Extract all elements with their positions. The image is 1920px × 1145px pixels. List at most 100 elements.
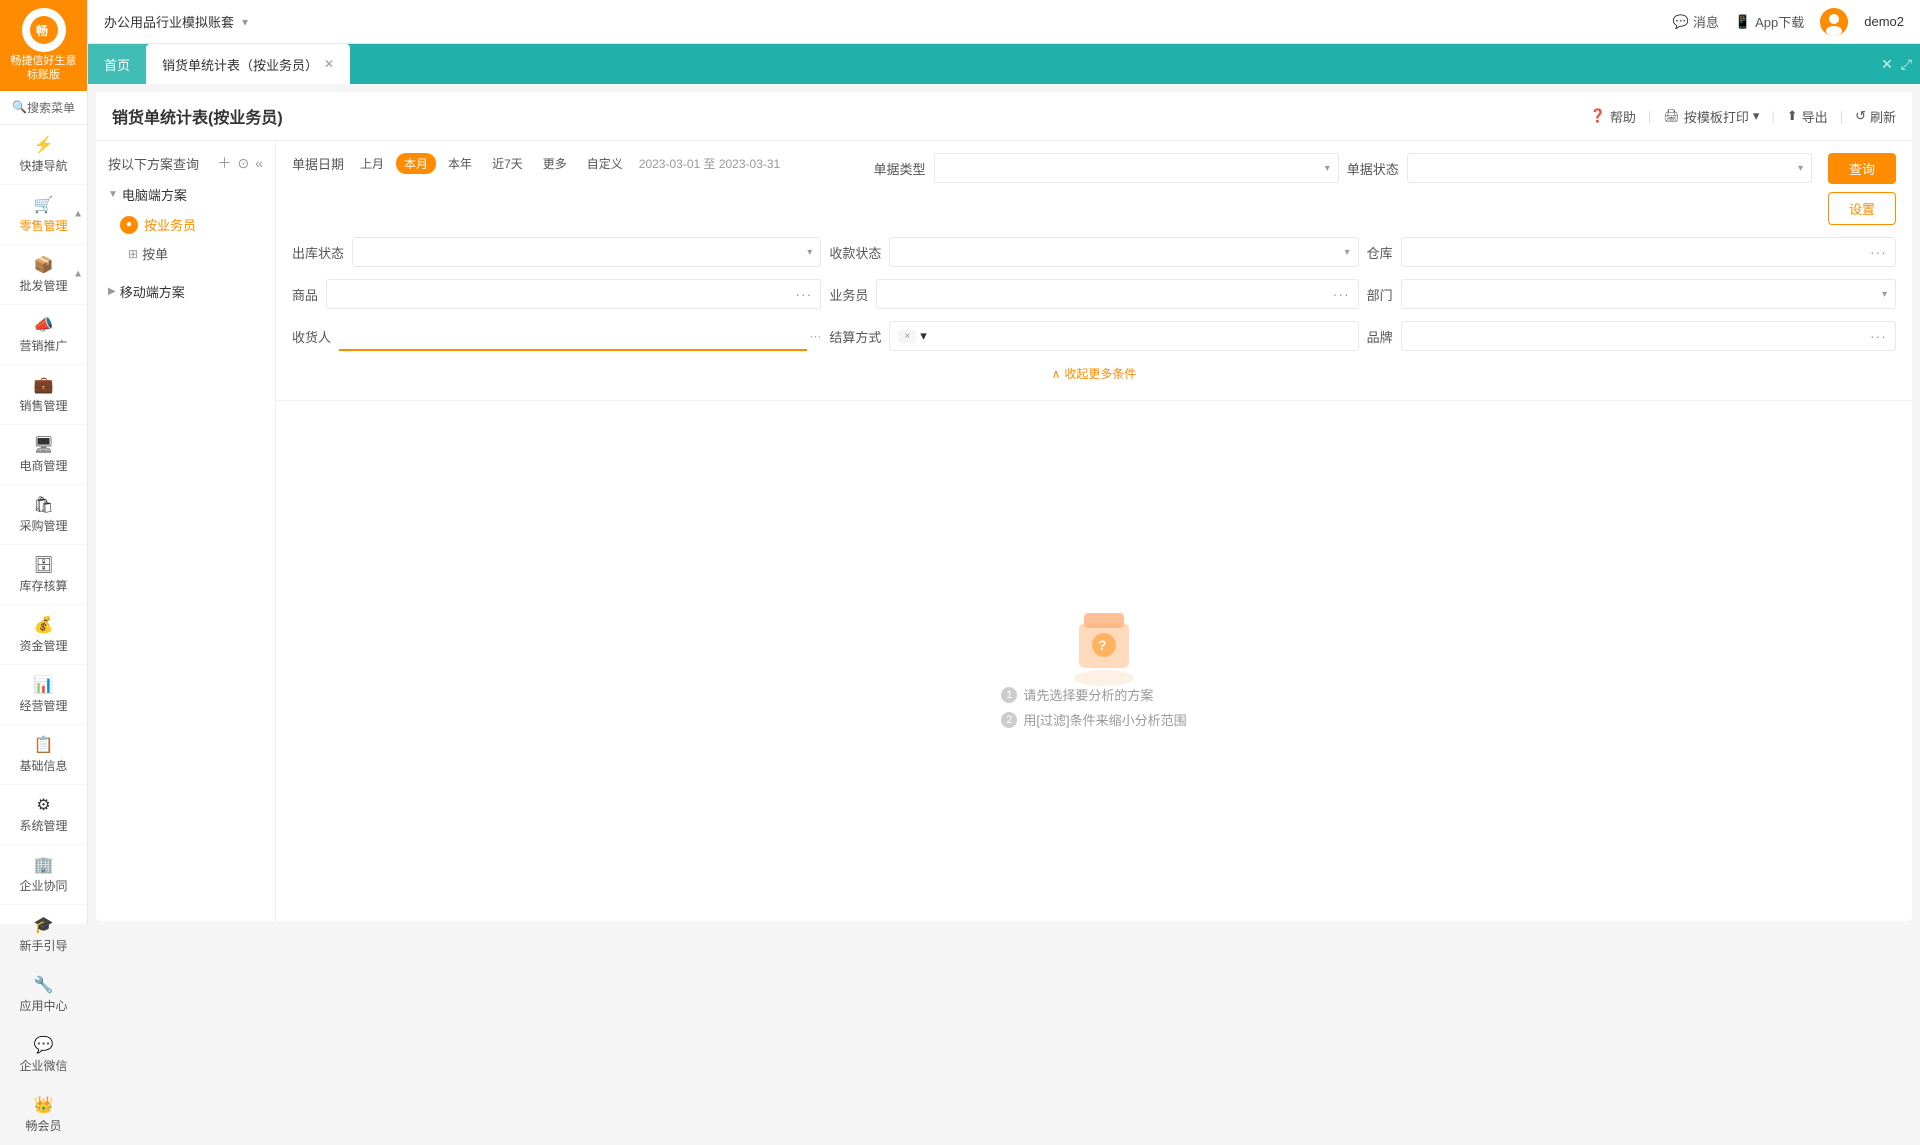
scheme-pc-items: ● 按业务员 ⊞ 按单 (96, 208, 275, 270)
filter-department-item: 部门 ▾ (1367, 279, 1896, 309)
sidebar: 畅 畅捷信好生意 标账版 🔍 搜索菜单 ⚡ 快捷导航 🛒 零售管理 ▲ 📦 批发… (0, 0, 88, 924)
warehouse-select[interactable]: ··· (1401, 237, 1896, 267)
sidebar-item-purchase[interactable]: 🛍 采购管理 (0, 485, 87, 545)
outstatus-select[interactable]: ▾ (352, 237, 821, 267)
sidebar-item-operations[interactable]: 📊 经营管理 (0, 665, 87, 725)
brand-select[interactable]: ··· (1401, 321, 1896, 351)
basic-info-icon: 📋 (34, 735, 54, 755)
scheme-add-icon[interactable]: ＋ (217, 153, 231, 173)
svg-text:畅: 畅 (36, 23, 48, 38)
tag-close-icon[interactable]: × (904, 331, 910, 342)
top-header: 办公用品行业模拟账套 ▾ 💬 消息 📱 App下载 demo2 (88, 0, 1920, 44)
member-icon: 👑 (34, 1095, 54, 1115)
sidebar-item-sales[interactable]: 💼 销售管理 (0, 365, 87, 425)
query-button[interactable]: 查询 (1828, 153, 1896, 184)
sidebar-item-newbie[interactable]: 🎓 新手引导 (0, 905, 87, 965)
header-dropdown[interactable]: ▾ (242, 15, 248, 29)
department-arrow-icon: ▾ (1882, 289, 1887, 300)
doctype-label: 单据类型 (874, 159, 926, 178)
docstatus-select[interactable]: ▾ (1407, 153, 1812, 183)
receiptstatus-select[interactable]: ▾ (889, 237, 1358, 267)
date-this-month[interactable]: 本月 (396, 153, 436, 174)
filter-consignee-item: 收货人 ··· (292, 321, 821, 351)
help-button[interactable]: ❓ 帮助 (1590, 107, 1636, 126)
empty-illustration: ? (1054, 593, 1134, 673)
date-last-month[interactable]: 上月 (352, 153, 392, 174)
filter-row-3: 商品 ··· 业务员 ··· (292, 279, 1896, 309)
consignee-dots[interactable]: ··· (809, 329, 821, 343)
scheme-pc-header[interactable]: ▼ 电脑端方案 (96, 181, 275, 208)
sidebar-item-retail[interactable]: 🛒 零售管理 ▲ (0, 185, 87, 245)
department-select[interactable]: ▾ (1401, 279, 1896, 309)
sidebar-item-quick-nav[interactable]: ⚡ 快捷导航 (0, 125, 87, 185)
header-right: 💬 消息 📱 App下载 demo2 (1673, 8, 1904, 36)
app-download-button[interactable]: 📱 App下载 (1735, 12, 1804, 31)
tip-num-2: 2 (1001, 712, 1017, 728)
sidebar-item-label: 库存核算 (19, 577, 67, 594)
sidebar-item-apps[interactable]: 🔧 应用中心 (0, 965, 87, 1025)
wholesale-icon: 📦 (34, 255, 54, 275)
date-7days[interactable]: 近7天 (484, 153, 531, 174)
tip-num-1: 1 (1001, 687, 1017, 703)
newbie-icon: 🎓 (34, 915, 54, 935)
date-custom[interactable]: 自定义 (579, 153, 631, 174)
scheme-title: 按以下方案查询 (108, 154, 199, 173)
msg-icon: 💬 (1673, 14, 1689, 30)
page-content: 销货单统计表(按业务员) ❓ 帮助 | 🖨 按模板打印 ▾ | ⬆ (88, 84, 1920, 924)
print-label: 按模板打印 (1684, 107, 1749, 126)
settlement-tag: × (898, 330, 916, 343)
sidebar-item-ecommerce[interactable]: 🖥 电商管理 (0, 425, 87, 485)
sidebar-item-system[interactable]: ⚙ 系统管理 (0, 785, 87, 845)
sidebar-item-wechat[interactable]: 💬 企业微信 (0, 1025, 87, 1085)
scheme-item-label: 按业务员 (144, 215, 196, 234)
salesperson-select[interactable]: ··· (876, 279, 1358, 309)
scheme-mobile-header[interactable]: ▶ 移动端方案 (96, 278, 275, 305)
tab-close-button[interactable]: ✕ (324, 57, 334, 71)
active-tab-label: 销货单统计表（按业务员） (162, 55, 318, 74)
tab-controls: ✕ ⤢ (1873, 56, 1920, 73)
tab-sales-stat[interactable]: 销货单统计表（按业务员） ✕ (146, 44, 350, 84)
settings-button[interactable]: 设置 (1828, 192, 1896, 225)
date-range: 2023-03-01 至 2023-03-31 (639, 155, 780, 172)
goods-select[interactable]: ··· (326, 279, 821, 309)
user-avatar[interactable] (1820, 8, 1848, 36)
refresh-button[interactable]: ↺ 刷新 (1855, 107, 1896, 126)
warehouse-dots: ··· (1870, 244, 1887, 260)
quick-nav-icon: ⚡ (34, 135, 54, 155)
sidebar-item-enterprise[interactable]: 🏢 企业协同 (0, 845, 87, 905)
settlement-control[interactable]: × ▾ (889, 321, 1358, 351)
sidebar-item-wholesale[interactable]: 📦 批发管理 ▲ (0, 245, 87, 305)
scheme-settings-icon[interactable]: ⊙ (237, 155, 249, 172)
export-button[interactable]: ⬆ 导出 (1787, 107, 1828, 126)
sidebar-search[interactable]: 🔍 搜索菜单 (0, 91, 87, 125)
msg-button[interactable]: 💬 消息 (1673, 12, 1719, 31)
scheme-item-salesperson[interactable]: ● 按业务员 (96, 210, 275, 239)
collapse-filters-button[interactable]: ∧ 收起更多条件 (292, 359, 1896, 388)
consignee-input[interactable] (339, 321, 807, 351)
date-more[interactable]: 更多 (535, 153, 575, 174)
tab-expand-button[interactable]: ⤢ (1901, 56, 1912, 73)
sidebar-logo[interactable]: 畅 畅捷信好生意 标账版 (0, 0, 87, 91)
sidebar-item-member[interactable]: 👑 畅会员 (0, 1085, 87, 1145)
scheme-collapse-icon[interactable]: « (255, 155, 263, 171)
filter-doctype-item: 单据类型 ▾ (874, 153, 1339, 183)
date-label: 单据日期 (292, 154, 344, 173)
sidebar-item-inventory[interactable]: 🗄 库存核算 (0, 545, 87, 605)
scheme-item-by-order[interactable]: ⊞ 按单 (96, 239, 275, 268)
date-this-year[interactable]: 本年 (440, 153, 480, 174)
operations-icon: 📊 (34, 675, 54, 695)
sidebar-item-marketing[interactable]: 📣 营销推广 (0, 305, 87, 365)
sidebar-item-basic-info[interactable]: 📋 基础信息 (0, 725, 87, 785)
filter-docstatus-item: 单据状态 ▾ (1347, 153, 1812, 183)
doctype-arrow-icon: ▾ (1325, 163, 1330, 174)
retail-icon: 🛒 (34, 195, 54, 215)
tab-home[interactable]: 首页 (88, 44, 146, 84)
doctype-select[interactable]: ▾ (934, 153, 1339, 183)
filter-buttons: 查询 设置 (1812, 153, 1896, 225)
tab-close-all-button[interactable]: ✕ (1881, 56, 1893, 73)
download-icon: 📱 (1735, 14, 1751, 30)
sidebar-item-finance[interactable]: 💰 资金管理 (0, 605, 87, 665)
user-name[interactable]: demo2 (1864, 14, 1904, 29)
print-button[interactable]: 🖨 按模板打印 ▾ (1663, 107, 1759, 126)
filter-outstatus-item: 出库状态 ▾ (292, 237, 821, 267)
